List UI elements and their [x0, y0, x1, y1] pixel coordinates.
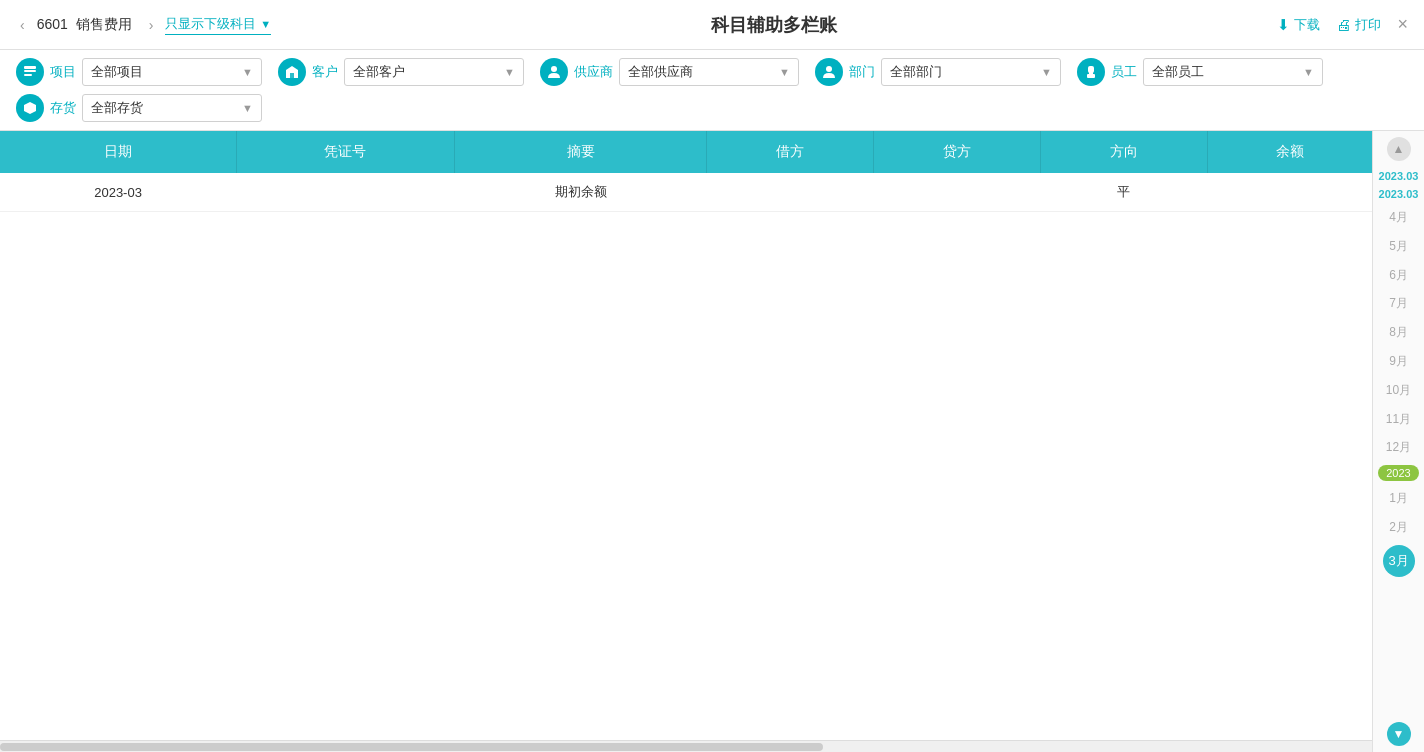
- inventory-icon: [16, 94, 44, 122]
- main-window: ‹ 6601 销售费用 › 只显示下级科目 ▼ 科目辅助多栏账 ⬇ 下载 🖨 打…: [0, 0, 1424, 752]
- employee-label: 员工: [1111, 63, 1137, 81]
- sidebar-item-3-active[interactable]: 3月: [1383, 545, 1415, 577]
- table-area[interactable]: 日期 凭证号 摘要 借方 贷方 方向 余额 2023-03 期初余额: [0, 131, 1372, 752]
- department-label: 部门: [849, 63, 875, 81]
- col-balance: 余额: [1207, 131, 1372, 173]
- employee-select-arrow: ▼: [1303, 66, 1314, 78]
- nav-next-button[interactable]: ›: [145, 15, 158, 35]
- cell-credit: [874, 173, 1041, 212]
- department-filter-group: 部门 全部部门 ▼: [815, 58, 1061, 86]
- svg-rect-3: [290, 73, 294, 78]
- table-header-row: 日期 凭证号 摘要 借方 贷方 方向 余额: [0, 131, 1372, 173]
- sidebar-year-2023-wrapper: 2023: [1373, 465, 1424, 481]
- svg-rect-0: [24, 66, 36, 69]
- inventory-select-arrow: ▼: [242, 102, 253, 114]
- svg-rect-6: [1088, 66, 1094, 73]
- svg-rect-2: [24, 74, 32, 76]
- cell-summary: 期初余额: [455, 173, 707, 212]
- sidebar-item-11[interactable]: 11月: [1373, 405, 1424, 434]
- download-icon: ⬇: [1277, 16, 1290, 34]
- h-scrollbar-thumb[interactable]: [0, 743, 823, 751]
- sidebar-month-3-wrapper: 3月: [1373, 545, 1424, 577]
- account-code-label: 6601 销售费用: [37, 16, 137, 34]
- sidebar-item-2023-03-second[interactable]: 2023.03: [1373, 185, 1424, 203]
- svg-point-5: [826, 66, 832, 72]
- show-sub-select[interactable]: 只显示下级科目 ▼: [165, 15, 271, 35]
- cell-balance: [1207, 173, 1372, 212]
- sidebar-item-1[interactable]: 1月: [1373, 484, 1424, 513]
- sidebar-items-wrapper: 2023.03 2023.03 4月 5月 6月 7月 8月 9月 10月 11…: [1373, 167, 1424, 580]
- sidebar-item-7[interactable]: 7月: [1373, 289, 1424, 318]
- svg-rect-8: [1089, 72, 1093, 75]
- supplier-label: 供应商: [574, 63, 613, 81]
- employee-select[interactable]: 全部员工 ▼: [1143, 58, 1323, 86]
- supplier-select-arrow: ▼: [779, 66, 790, 78]
- sidebar-item-10[interactable]: 10月: [1373, 376, 1424, 405]
- department-select-arrow: ▼: [1041, 66, 1052, 78]
- close-button[interactable]: ×: [1397, 14, 1408, 35]
- project-select-arrow: ▼: [242, 66, 253, 78]
- h-scrollbar-container[interactable]: [0, 740, 1372, 752]
- project-select[interactable]: 全部项目 ▼: [82, 58, 262, 86]
- page-title: 科目辅助多栏账: [279, 13, 1269, 37]
- col-direction: 方向: [1040, 131, 1207, 173]
- top-actions: ⬇ 下载 🖨 打印: [1277, 16, 1381, 34]
- sidebar-item-6[interactable]: 6月: [1373, 261, 1424, 290]
- top-bar: ‹ 6601 销售费用 › 只显示下级科目 ▼ 科目辅助多栏账 ⬇ 下载 🖨 打…: [0, 0, 1424, 50]
- project-label: 项目: [50, 63, 76, 81]
- cell-direction: 平: [1040, 173, 1207, 212]
- col-credit: 贷方: [874, 131, 1041, 173]
- customer-icon: [278, 58, 306, 86]
- customer-select[interactable]: 全部客户 ▼: [344, 58, 524, 86]
- sidebar-item-4[interactable]: 4月: [1373, 203, 1424, 232]
- table-row[interactable]: 2023-03 期初余额 平: [0, 173, 1372, 212]
- sidebar-item-2023-03-first[interactable]: 2023.03: [1373, 167, 1424, 185]
- customer-select-arrow: ▼: [504, 66, 515, 78]
- content-area: 日期 凭证号 摘要 借方 贷方 方向 余额 2023-03 期初余额: [0, 131, 1424, 752]
- svg-rect-1: [24, 70, 36, 72]
- col-debit: 借方: [707, 131, 874, 173]
- scroll-down-icon: ▼: [1387, 722, 1411, 746]
- cell-voucher: [236, 173, 455, 212]
- filter-bar: 项目 全部项目 ▼ 客户 全部客户 ▼: [0, 50, 1424, 131]
- svg-point-4: [551, 66, 557, 72]
- supplier-filter-group: 供应商 全部供应商 ▼: [540, 58, 799, 86]
- project-filter-group: 项目 全部项目 ▼: [16, 58, 262, 86]
- cell-debit: [707, 173, 874, 212]
- sidebar-item-2[interactable]: 2月: [1373, 513, 1424, 542]
- sidebar-item-8[interactable]: 8月: [1373, 318, 1424, 347]
- department-select[interactable]: 全部部门 ▼: [881, 58, 1061, 86]
- project-icon: [16, 58, 44, 86]
- right-sidebar: ▲ 2023.03 2023.03 4月 5月 6月 7月 8月 9月 10月 …: [1372, 131, 1424, 752]
- inventory-label: 存货: [50, 99, 76, 117]
- cell-date: 2023-03: [0, 173, 236, 212]
- supplier-select[interactable]: 全部供应商 ▼: [619, 58, 799, 86]
- customer-label: 客户: [312, 63, 338, 81]
- col-date: 日期: [0, 131, 236, 173]
- nav-prev-button[interactable]: ‹: [16, 15, 29, 35]
- sidebar-item-12[interactable]: 12月: [1373, 433, 1424, 462]
- data-table: 日期 凭证号 摘要 借方 贷方 方向 余额 2023-03 期初余额: [0, 131, 1372, 212]
- customer-filter-group: 客户 全部客户 ▼: [278, 58, 524, 86]
- scroll-up-icon: ▲: [1387, 137, 1411, 161]
- employee-filter-group: 员工 全部员工 ▼: [1077, 58, 1323, 86]
- download-button[interactable]: ⬇ 下载: [1277, 16, 1320, 34]
- col-voucher: 凭证号: [236, 131, 455, 173]
- inventory-filter-group: 存货 全部存货 ▼: [16, 94, 262, 122]
- supplier-icon: [540, 58, 568, 86]
- department-icon: [815, 58, 843, 86]
- print-icon: 🖨: [1336, 16, 1351, 33]
- sidebar-scroll-up-button[interactable]: ▲: [1373, 131, 1424, 167]
- inventory-select[interactable]: 全部存货 ▼: [82, 94, 262, 122]
- sidebar-scroll-down-button[interactable]: ▼: [1373, 716, 1424, 752]
- col-summary: 摘要: [455, 131, 707, 173]
- sidebar-item-5[interactable]: 5月: [1373, 232, 1424, 261]
- print-button[interactable]: 🖨 打印: [1336, 16, 1381, 34]
- sidebar-year-2023[interactable]: 2023: [1378, 465, 1418, 481]
- employee-icon: [1077, 58, 1105, 86]
- sidebar-item-9[interactable]: 9月: [1373, 347, 1424, 376]
